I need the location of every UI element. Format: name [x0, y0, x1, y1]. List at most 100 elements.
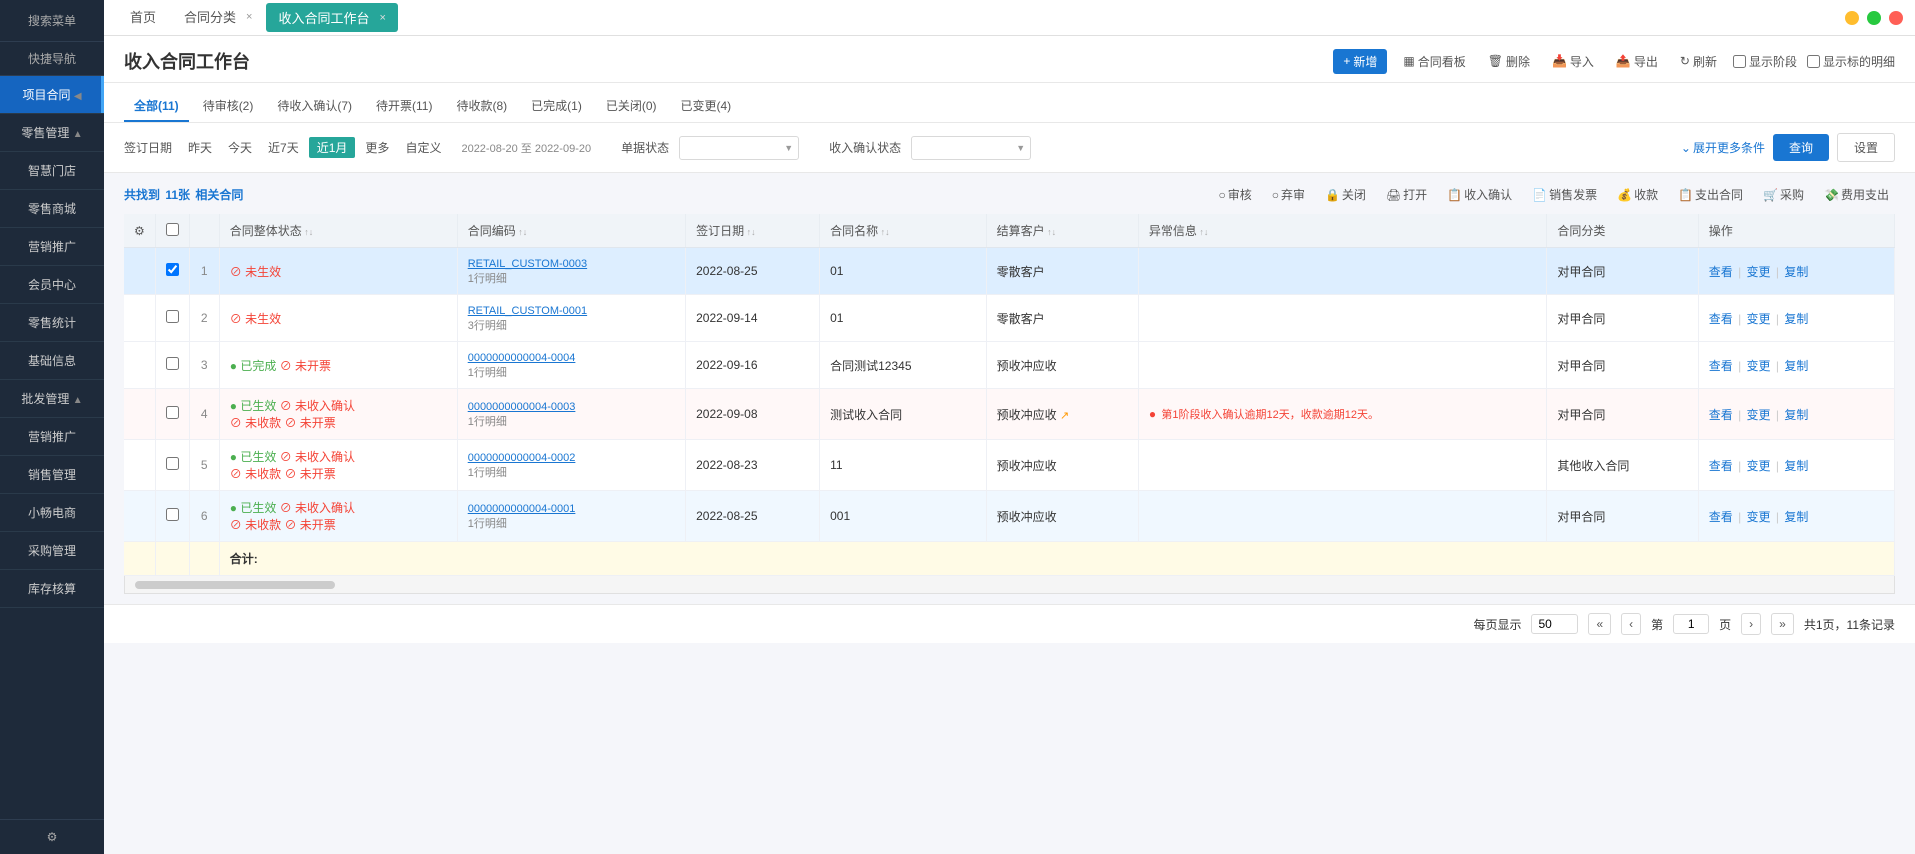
income-confirm-select[interactable]: [911, 136, 1031, 160]
sidebar-item-purchase[interactable]: 采购管理: [0, 532, 104, 570]
view-btn[interactable]: 查看: [1709, 408, 1733, 422]
print-btn[interactable]: 🖨 打开: [1380, 183, 1433, 206]
contract-link[interactable]: 0000000000004-0002: [468, 452, 576, 464]
row-checkbox[interactable]: [166, 357, 179, 370]
row-checkbox[interactable]: [166, 263, 179, 276]
copy-btn[interactable]: 复制: [1784, 459, 1808, 473]
copy-btn[interactable]: 复制: [1784, 510, 1808, 524]
ftab-pending-invoice[interactable]: 待开票(11): [366, 91, 442, 122]
contract-link[interactable]: RETAIL_CUSTOM-0003: [468, 258, 587, 270]
view-btn[interactable]: 查看: [1709, 359, 1733, 373]
tab-contract-type-close[interactable]: ×: [246, 11, 252, 23]
tab-home[interactable]: 首页: [116, 0, 170, 36]
contract-link[interactable]: 0000000000004-0003: [468, 401, 576, 413]
review-btn[interactable]: ○ 审核: [1212, 183, 1257, 206]
invoice-btn[interactable]: 📄 销售发票: [1526, 183, 1603, 206]
refresh-button[interactable]: ↻ 刷新: [1674, 50, 1723, 73]
copy-btn[interactable]: 复制: [1784, 312, 1808, 326]
income-confirm-btn[interactable]: 📋 收入确认: [1441, 183, 1518, 206]
sidebar-item-member[interactable]: 会员中心: [0, 266, 104, 304]
payment-btn[interactable]: 💰 收款: [1611, 183, 1664, 206]
show-detail-input[interactable]: [1807, 55, 1820, 68]
date-btn-last1month[interactable]: 近1月: [309, 137, 356, 158]
sidebar-item-marketing[interactable]: 营销推广: [0, 228, 104, 266]
tab-income-workbench[interactable]: 收入合同工作台 ×: [266, 3, 397, 32]
sidebar-item-retail-stat[interactable]: 零售统计: [0, 304, 104, 342]
ftab-closed[interactable]: 已关闭(0): [596, 91, 667, 122]
doc-status-select[interactable]: [679, 136, 799, 160]
sidebar-item-sales-mgmt[interactable]: 销售管理: [0, 456, 104, 494]
tab-contract-type[interactable]: 合同分类 ×: [170, 0, 266, 36]
setting-button[interactable]: 设置: [1837, 133, 1895, 162]
purchase-btn[interactable]: 🛒 采购: [1757, 183, 1810, 206]
change-btn[interactable]: 变更: [1747, 459, 1771, 473]
copy-btn[interactable]: 复制: [1784, 408, 1808, 422]
date-btn-more[interactable]: 更多: [359, 137, 395, 158]
col-error-info[interactable]: 异常信息: [1138, 214, 1547, 248]
sidebar-item-project[interactable]: 项目合同 ◀: [0, 76, 104, 114]
row-checkbox[interactable]: [166, 310, 179, 323]
col-code[interactable]: 合同编码: [457, 214, 685, 248]
date-btn-today[interactable]: 今天: [222, 137, 258, 158]
row-checkbox[interactable]: [166, 457, 179, 470]
sidebar-item-inventory[interactable]: 库存核算: [0, 570, 104, 608]
abandon-btn[interactable]: ○ 弃审: [1266, 183, 1311, 206]
page-number-input[interactable]: [1673, 614, 1709, 634]
view-btn[interactable]: 查看: [1709, 312, 1733, 326]
query-button[interactable]: 查询: [1773, 134, 1829, 161]
date-btn-yesterday[interactable]: 昨天: [182, 137, 218, 158]
col-status[interactable]: 合同整体状态: [219, 214, 457, 248]
show-segment-input[interactable]: [1733, 55, 1746, 68]
ftab-completed[interactable]: 已完成(1): [521, 91, 592, 122]
tab-income-workbench-close[interactable]: ×: [379, 12, 385, 24]
page-size-select[interactable]: 50 10 20 100: [1531, 614, 1578, 634]
sidebar-search[interactable]: 搜索菜单: [0, 0, 104, 42]
show-segment-checkbox[interactable]: 显示阶段: [1733, 53, 1797, 70]
date-btn-custom[interactable]: 自定义: [399, 137, 447, 158]
col-sign-date[interactable]: 签订日期: [686, 214, 820, 248]
col-customer[interactable]: 结算客户: [986, 214, 1138, 248]
export-button[interactable]: 📤 导出: [1610, 50, 1664, 73]
sidebar-item-smart-store[interactable]: 智慧门店: [0, 152, 104, 190]
ftab-pending-payment[interactable]: 待收款(8): [446, 91, 517, 122]
select-all-checkbox[interactable]: [166, 223, 179, 236]
copy-btn[interactable]: 复制: [1784, 359, 1808, 373]
win-maximize-button[interactable]: [1867, 11, 1881, 25]
view-btn[interactable]: 查看: [1709, 510, 1733, 524]
view-btn[interactable]: 查看: [1709, 459, 1733, 473]
sidebar-settings[interactable]: ⚙: [0, 819, 104, 854]
ftab-pending-confirm[interactable]: 待收入确认(7): [267, 91, 362, 122]
win-minimize-button[interactable]: [1845, 11, 1859, 25]
change-btn[interactable]: 变更: [1747, 510, 1771, 524]
next-page-button[interactable]: ›: [1741, 613, 1761, 635]
delete-button[interactable]: 🗑 删除: [1482, 50, 1536, 73]
date-btn-last7days[interactable]: 近7天: [262, 137, 305, 158]
contract-link[interactable]: 0000000000004-0004: [468, 352, 576, 364]
contract-link[interactable]: 0000000000004-0001: [468, 503, 576, 515]
scrollbar-thumb[interactable]: [135, 581, 335, 589]
view-btn[interactable]: 查看: [1709, 265, 1733, 279]
horizontal-scrollbar[interactable]: [124, 576, 1895, 594]
expand-btn[interactable]: ⌄ 展开更多条件: [1681, 139, 1765, 156]
change-btn[interactable]: 变更: [1747, 265, 1771, 279]
first-page-button[interactable]: «: [1588, 613, 1611, 635]
out-contract-btn[interactable]: 📋 支出合同: [1672, 183, 1749, 206]
prev-page-button[interactable]: ‹: [1621, 613, 1641, 635]
row-checkbox[interactable]: [166, 508, 179, 521]
close-btn[interactable]: 🔒 关闭: [1319, 183, 1372, 206]
add-button[interactable]: + 新增: [1333, 49, 1387, 74]
change-btn[interactable]: 变更: [1747, 359, 1771, 373]
ftab-changed[interactable]: 已变更(4): [671, 91, 742, 122]
sidebar-item-base-info[interactable]: 基础信息: [0, 342, 104, 380]
show-detail-checkbox[interactable]: 显示标的明细: [1807, 53, 1895, 70]
sidebar-item-retail-mgmt[interactable]: 零售管理 ▲: [0, 114, 104, 152]
kanban-button[interactable]: ▦ 合同看板: [1397, 50, 1471, 73]
sidebar-item-marketing2[interactable]: 营销推广: [0, 418, 104, 456]
import-button[interactable]: 📥 导入: [1546, 50, 1600, 73]
change-btn[interactable]: 变更: [1747, 312, 1771, 326]
col-gear[interactable]: ⚙: [124, 214, 155, 248]
sidebar-item-batch-mgmt[interactable]: 批发管理 ▲: [0, 380, 104, 418]
win-close-button[interactable]: [1889, 11, 1903, 25]
ftab-pending-review[interactable]: 待审核(2): [193, 91, 264, 122]
ftab-all[interactable]: 全部(11): [124, 91, 189, 122]
